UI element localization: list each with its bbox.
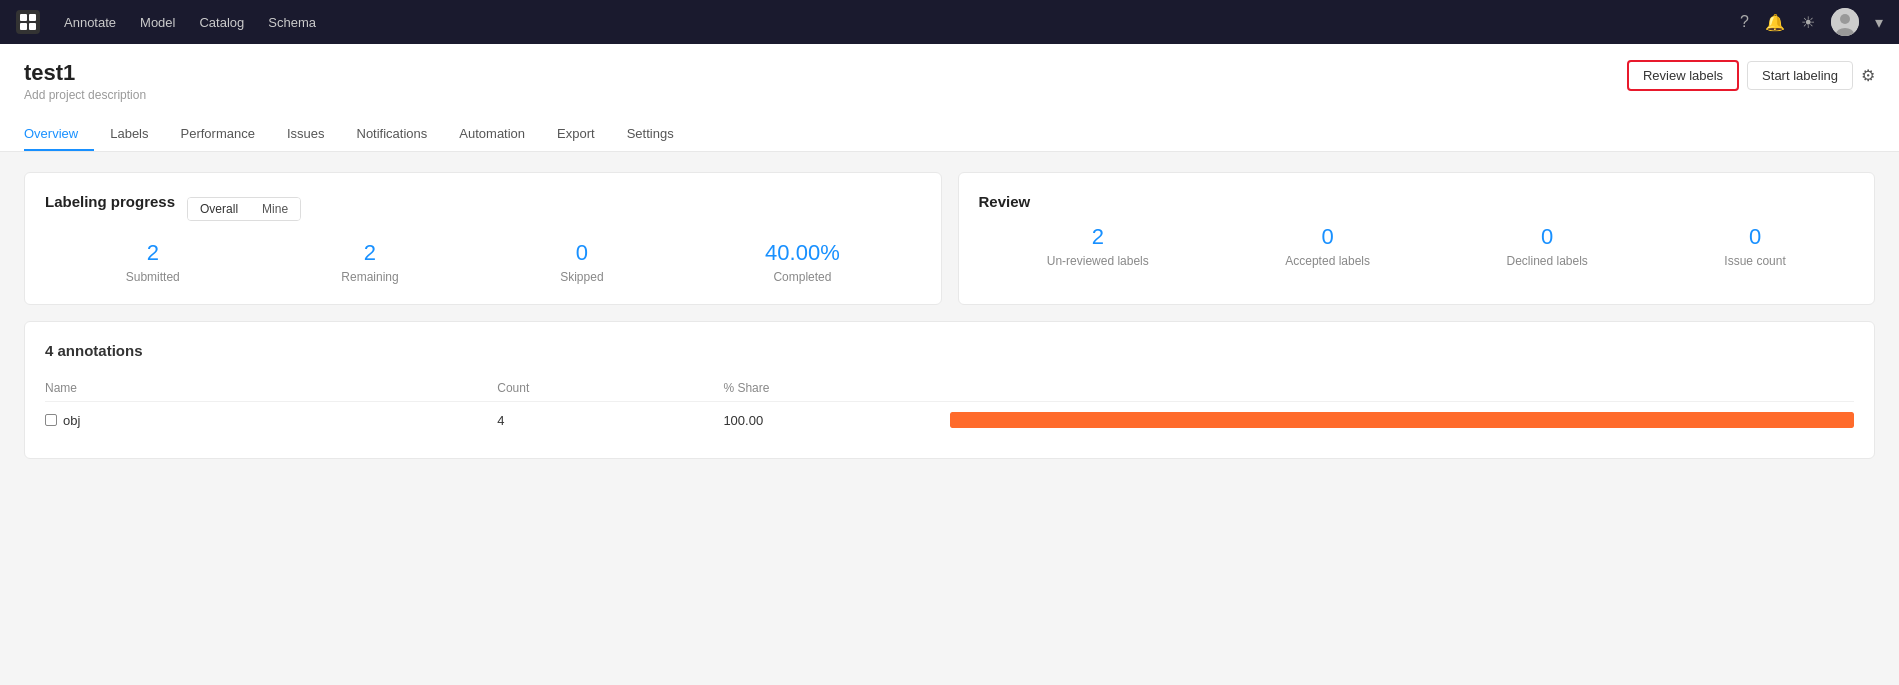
row-bar-cell [950, 412, 1855, 428]
annotations-table-header: Name Count % Share [45, 375, 1854, 402]
tab-issues[interactable]: Issues [271, 118, 341, 151]
stat-issue-count: 0 Issue count [1724, 224, 1785, 268]
bar-fill [950, 412, 1855, 428]
svg-rect-0 [20, 14, 27, 21]
col-count-header: Count [497, 381, 723, 395]
help-icon[interactable]: ? [1740, 13, 1749, 31]
review-labels-button[interactable]: Review labels [1627, 60, 1739, 91]
stat-completed-value: 40.00% [765, 240, 840, 266]
row-share-cell: 100.00 [723, 413, 949, 428]
svg-point-5 [1840, 14, 1850, 24]
labeling-progress-card: Labeling progress Overall Mine 2 Submitt… [24, 172, 942, 305]
stat-remaining-value: 2 [341, 240, 398, 266]
stat-submitted-value: 2 [126, 240, 180, 266]
row-count-cell: 4 [497, 413, 723, 428]
page-header: test1 Add project description Review lab… [0, 44, 1899, 152]
stat-remaining: 2 Remaining [341, 240, 398, 284]
stat-issue-value: 0 [1724, 224, 1785, 250]
notifications-icon[interactable]: 🔔 [1765, 13, 1785, 32]
stat-accepted-label: Accepted labels [1285, 254, 1370, 268]
annotations-card: 4 annotations Name Count % Share obj 4 1… [24, 321, 1875, 459]
tab-automation[interactable]: Automation [443, 118, 541, 151]
labeling-stats: 2 Submitted 2 Remaining 0 Skipped 40.00%… [45, 240, 921, 284]
stat-accepted: 0 Accepted labels [1285, 224, 1370, 268]
top-navigation: Annotate Model Catalog Schema ? 🔔 ☀ ▾ [0, 0, 1899, 44]
toggle-mine[interactable]: Mine [250, 198, 300, 220]
stat-declined: 0 Declined labels [1506, 224, 1587, 268]
col-bar-header [950, 381, 1855, 395]
tab-overview[interactable]: Overview [24, 118, 94, 151]
row-label-name: obj [63, 413, 80, 428]
tab-settings[interactable]: Settings [611, 118, 690, 151]
svg-rect-2 [20, 23, 27, 30]
stat-completed: 40.00% Completed [765, 240, 840, 284]
review-stats: 2 Un-reviewed labels 0 Accepted labels 0… [979, 224, 1855, 268]
stat-skipped-value: 0 [560, 240, 603, 266]
stat-unreviewed-value: 2 [1047, 224, 1149, 250]
table-row: obj 4 100.00 [45, 402, 1854, 438]
progress-toggle: Overall Mine [187, 197, 301, 221]
stat-unreviewed-label: Un-reviewed labels [1047, 254, 1149, 268]
project-description[interactable]: Add project description [24, 88, 146, 102]
tab-notifications[interactable]: Notifications [341, 118, 444, 151]
svg-rect-3 [29, 23, 36, 30]
stat-unreviewed: 2 Un-reviewed labels [1047, 224, 1149, 268]
settings-gear-button[interactable]: ⚙ [1861, 66, 1875, 85]
stat-submitted-label: Submitted [126, 270, 180, 284]
stat-skipped-label: Skipped [560, 270, 603, 284]
stat-skipped: 0 Skipped [560, 240, 603, 284]
stat-declined-value: 0 [1506, 224, 1587, 250]
row-name-cell: obj [45, 413, 497, 428]
nav-schema[interactable]: Schema [268, 15, 316, 30]
nav-model[interactable]: Model [140, 15, 175, 30]
tab-export[interactable]: Export [541, 118, 611, 151]
review-card: Review 2 Un-reviewed labels 0 Accepted l… [958, 172, 1876, 305]
col-share-header: % Share [723, 381, 949, 395]
topnav-right-actions: ? 🔔 ☀ ▾ [1740, 8, 1883, 36]
page-tabs: Overview Labels Performance Issues Notif… [24, 118, 1875, 151]
svg-rect-1 [29, 14, 36, 21]
nav-catalog[interactable]: Catalog [199, 15, 244, 30]
start-labeling-button[interactable]: Start labeling [1747, 61, 1853, 90]
user-avatar[interactable] [1831, 8, 1859, 36]
project-info: test1 Add project description [24, 60, 146, 102]
stat-remaining-label: Remaining [341, 270, 398, 284]
tab-performance[interactable]: Performance [165, 118, 271, 151]
stat-declined-label: Declined labels [1506, 254, 1587, 268]
cards-row: Labeling progress Overall Mine 2 Submitt… [24, 172, 1875, 305]
header-actions: Review labels Start labeling ⚙ [1627, 60, 1875, 91]
main-content: Labeling progress Overall Mine 2 Submitt… [0, 152, 1899, 685]
tab-labels[interactable]: Labels [94, 118, 164, 151]
project-title: test1 [24, 60, 146, 86]
stat-issue-label: Issue count [1724, 254, 1785, 268]
page-header-top: test1 Add project description Review lab… [24, 60, 1875, 102]
user-chevron-icon[interactable]: ▾ [1875, 13, 1883, 32]
labeling-progress-title: Labeling progress [45, 193, 175, 210]
theme-icon[interactable]: ☀ [1801, 13, 1815, 32]
bar-background [950, 412, 1855, 428]
row-color-indicator [45, 414, 57, 426]
stat-accepted-value: 0 [1285, 224, 1370, 250]
brand-logo[interactable] [16, 10, 40, 34]
stat-completed-label: Completed [765, 270, 840, 284]
nav-annotate[interactable]: Annotate [64, 15, 116, 30]
stat-submitted: 2 Submitted [126, 240, 180, 284]
toggle-overall[interactable]: Overall [188, 198, 250, 220]
col-name-header: Name [45, 381, 497, 395]
annotations-title: 4 annotations [45, 342, 1854, 359]
review-card-title: Review [979, 193, 1855, 210]
